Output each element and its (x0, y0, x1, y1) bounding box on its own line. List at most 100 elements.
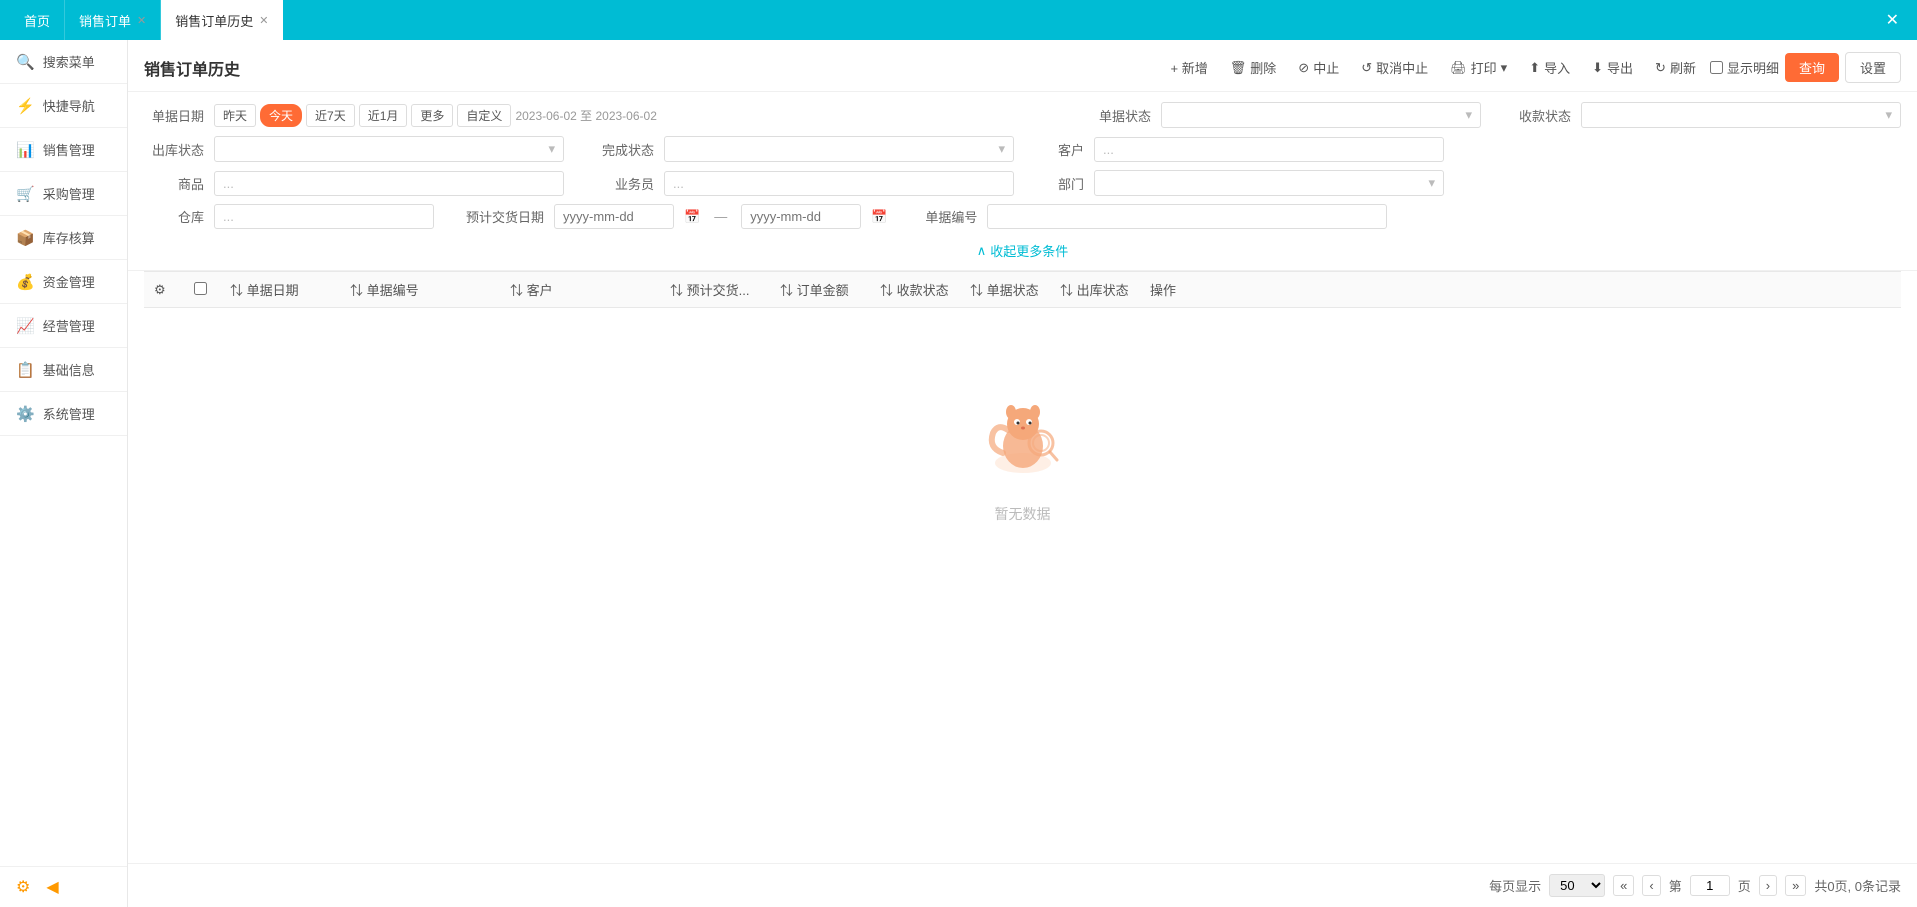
complete-status-select[interactable]: ▾ (664, 136, 1014, 162)
delete-btn[interactable]: 🗑 删除 (1222, 54, 1285, 81)
top-bar: 首页 销售订单 ✕ 销售订单历史 ✕ ✕ (0, 0, 1917, 40)
th-date[interactable]: ⇅ 单据日期 (220, 272, 340, 308)
calendar-from-icon[interactable]: 📅 (684, 209, 700, 225)
sidebar-item-search-menu[interactable]: 🔍 搜索菜单 (0, 40, 127, 84)
dept-select[interactable]: ▾ (1094, 170, 1444, 196)
sidebar-expand-icon[interactable]: ◀ (46, 877, 58, 897)
first-page-btn[interactable]: « (1613, 875, 1634, 896)
print-label: 打印 (1471, 58, 1497, 77)
payment-status-select[interactable]: ▾ (1581, 102, 1901, 128)
page-size-select[interactable]: 50 100 200 (1549, 874, 1605, 897)
sidebar-item-operations[interactable]: 📈 经营管理 (0, 304, 127, 348)
sidebar-item-purchase-mgmt[interactable]: 🛒 采购管理 (0, 172, 127, 216)
th-order-no[interactable]: ⇅ 单据编号 (340, 272, 500, 308)
delivery-date-to[interactable] (741, 204, 861, 229)
warehouse-select[interactable]: ... (214, 204, 434, 229)
sort-icon-delivery-status: ⇅ (1060, 283, 1077, 298)
cancel-stop-btn[interactable]: ↺ 取消中止 (1353, 54, 1436, 81)
stop-label: 中止 (1313, 58, 1339, 77)
settings-btn[interactable]: 设置 (1845, 52, 1901, 83)
dept-dropdown-icon: ▾ (1428, 175, 1435, 191)
th-checkbox[interactable] (184, 272, 220, 308)
product-select[interactable]: ... (214, 171, 564, 196)
sidebar-item-capital-label: 资金管理 (43, 272, 95, 291)
toolbar: + 新增 🗑 删除 ⊘ 中止 ↺ 取消中止 🖨 打印 ▾ (1163, 52, 1901, 83)
stop-btn[interactable]: ⊘ 中止 (1290, 54, 1347, 81)
import-btn[interactable]: ⬆ 导入 (1521, 54, 1578, 81)
complete-status-label: 完成状态 (594, 140, 654, 159)
filter-row-3: 商品 ... 业务员 ... 部门 ▾ (144, 170, 1901, 196)
refresh-btn[interactable]: ↻ 刷新 (1647, 54, 1704, 81)
purchase-mgmt-icon: 🛒 (16, 185, 35, 203)
content-area: 销售订单历史 + 新增 🗑 删除 ⊘ 中止 ↺ 取消中止 🖨 打印 (128, 40, 1917, 907)
sidebar-item-sys-mgmt[interactable]: ⚙️ 系统管理 (0, 392, 127, 436)
stop-icon: ⊘ (1298, 60, 1309, 76)
empty-illustration (973, 388, 1073, 488)
tab-sales-order-history[interactable]: 销售订单历史 ✕ (161, 0, 283, 40)
delivery-date-from[interactable] (554, 204, 674, 229)
window-close-btn[interactable]: ✕ (1878, 6, 1907, 34)
date-btn-1month[interactable]: 近1月 (359, 104, 408, 127)
date-btn-custom[interactable]: 自定义 (457, 104, 511, 127)
import-label: 导入 (1544, 58, 1570, 77)
tab-sales-order-close[interactable]: ✕ (137, 14, 146, 27)
sidebar-item-quick-nav[interactable]: ⚡ 快捷导航 (0, 84, 127, 128)
select-all-checkbox[interactable] (194, 282, 207, 295)
order-no-input[interactable] (987, 204, 1387, 229)
dept-label: 部门 (1044, 174, 1084, 193)
next-page-btn[interactable]: › (1759, 875, 1777, 896)
delivery-status-select[interactable]: ▾ (214, 136, 564, 162)
sidebar-item-operations-label: 经营管理 (43, 316, 95, 335)
new-btn[interactable]: + 新增 (1163, 54, 1216, 81)
th-delivery-status[interactable]: ⇅ 出库状态 (1050, 272, 1140, 308)
import-icon: ⬆ (1529, 60, 1540, 76)
tab-sales-order[interactable]: 销售订单 ✕ (65, 0, 161, 40)
sidebar-item-basic-info[interactable]: 📋 基础信息 (0, 348, 127, 392)
date-btn-yesterday[interactable]: 昨天 (214, 104, 256, 127)
last-page-btn[interactable]: » (1785, 875, 1806, 896)
date-dash: — (710, 209, 731, 224)
page-size-label: 每页显示 (1489, 876, 1541, 895)
date-btn-today[interactable]: 今天 (260, 104, 302, 127)
th-order-status[interactable]: ⇅ 单据状态 (960, 272, 1050, 308)
export-btn[interactable]: ⬇ 导出 (1584, 54, 1641, 81)
th-delivery-status-label: 出库状态 (1077, 283, 1129, 298)
sidebar-item-inventory-label: 库存核算 (43, 228, 95, 247)
date-btn-more[interactable]: 更多 (411, 104, 453, 127)
display-cols-checkbox[interactable] (1710, 61, 1723, 74)
th-pay-status[interactable]: ⇅ 收款状态 (870, 272, 960, 308)
search-btn[interactable]: 查询 (1785, 53, 1839, 82)
th-customer-label: 客户 (527, 283, 553, 298)
sidebar-item-sys-mgmt-label: 系统管理 (43, 404, 95, 423)
order-no-label: 单据编号 (917, 207, 977, 226)
salesperson-label: 业务员 (594, 174, 654, 193)
export-label: 导出 (1607, 58, 1633, 77)
prev-page-btn[interactable]: ‹ (1642, 875, 1660, 896)
customer-select[interactable]: ... (1094, 137, 1444, 162)
order-status-select[interactable]: ▾ (1161, 102, 1481, 128)
tab-sales-order-history-close[interactable]: ✕ (259, 14, 268, 27)
th-customer[interactable]: ⇅ 客户 (500, 272, 660, 308)
export-icon: ⬇ (1592, 60, 1603, 76)
sidebar-item-sales-mgmt[interactable]: 📊 销售管理 (0, 128, 127, 172)
delete-icon: 🗑 (1230, 60, 1247, 76)
th-amount[interactable]: ⇅ 订单金额 (770, 272, 870, 308)
th-settings[interactable]: ⚙ (144, 272, 184, 308)
sidebar-item-inventory[interactable]: 📦 库存核算 (0, 216, 127, 260)
salesperson-select[interactable]: ... (664, 171, 1014, 196)
th-pay-status-label: 收款状态 (897, 283, 949, 298)
empty-icon (973, 388, 1073, 488)
filter-row-4: 仓库 ... 预计交货日期 📅 — 📅 单据编号 (144, 204, 1901, 229)
print-btn[interactable]: 🖨 打印 ▾ (1442, 54, 1515, 81)
product-placeholder: ... (223, 176, 234, 191)
calendar-to-icon[interactable]: 📅 (871, 209, 887, 225)
sidebar-settings-icon[interactable]: ⚙ (16, 877, 30, 897)
sidebar-item-capital[interactable]: 💰 资金管理 (0, 260, 127, 304)
page-input[interactable]: 1 (1690, 875, 1730, 896)
th-delivery-date[interactable]: ⇅ 预计交货... (660, 272, 770, 308)
collapse-btn[interactable]: ∧ 收起更多条件 (144, 237, 1901, 260)
delivery-date-label: 预计交货日期 (464, 207, 544, 226)
tab-home[interactable]: 首页 (10, 0, 65, 40)
refresh-label: 刷新 (1670, 58, 1696, 77)
date-btn-7days[interactable]: 近7天 (306, 104, 355, 127)
